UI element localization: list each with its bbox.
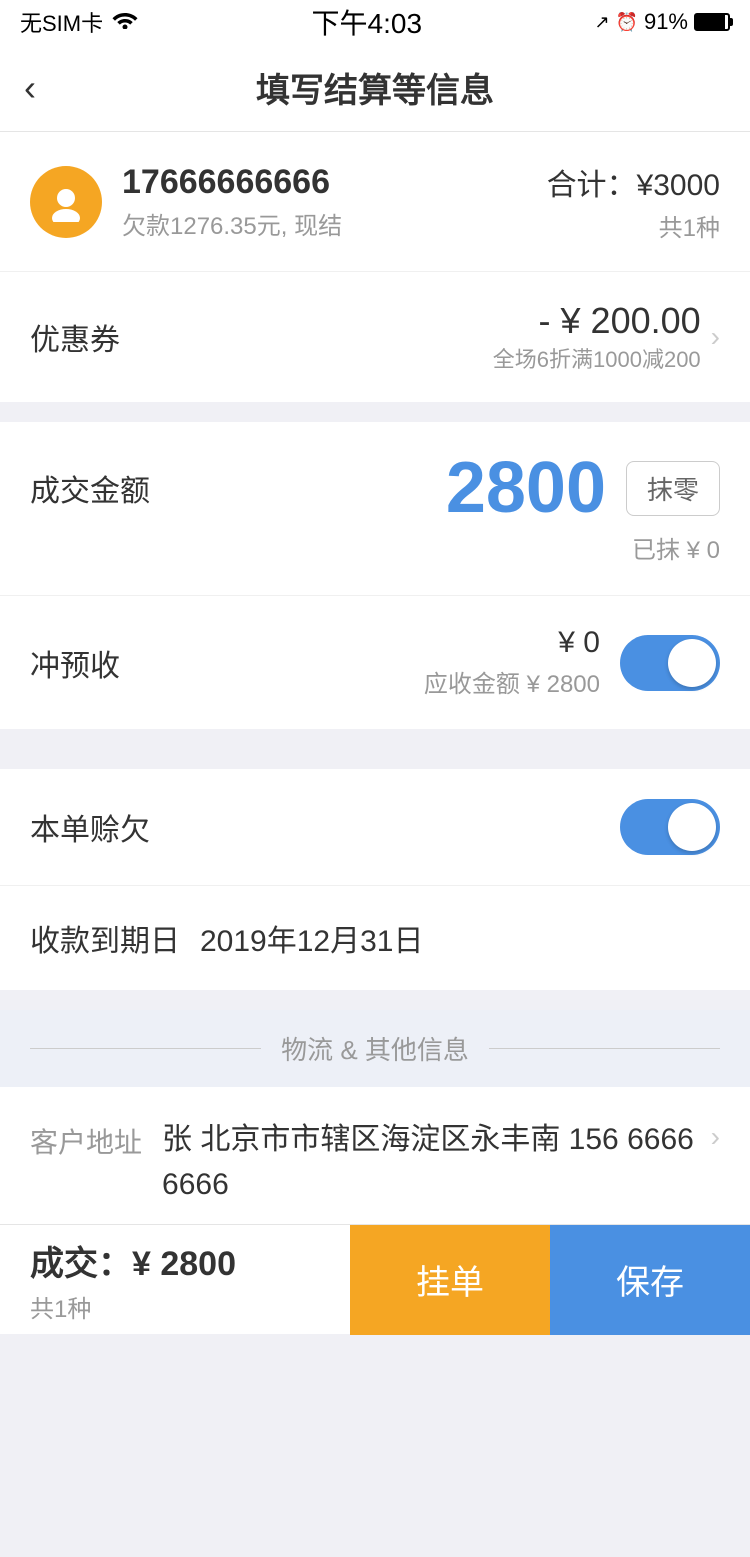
customer-left: 17666666666 欠款1276.35元, 现结 xyxy=(30,163,342,241)
bottom-bar: 成交：¥ 2800 共1种 挂单 保存 xyxy=(0,1224,750,1334)
coupon-right: - ¥ 200.00 全场6折满1000减200 › xyxy=(493,300,720,374)
pending-button[interactable]: 挂单 xyxy=(350,1225,550,1335)
round-down-button[interactable]: 抹零 xyxy=(626,461,720,516)
address-section[interactable]: 客户地址 张 北京市市辖区海淀区永丰南 156 6666 6666 › xyxy=(0,1087,750,1237)
bottom-count: 共1种 xyxy=(30,1289,320,1324)
logistics-title: 物流 & 其他信息 xyxy=(281,1030,469,1067)
save-button[interactable]: 保存 xyxy=(550,1225,750,1335)
debt-order-label: 本单赊欠 xyxy=(30,805,150,849)
coupon-label: 优惠券 xyxy=(30,315,120,359)
coupon-chevron-icon: › xyxy=(711,321,720,353)
prereceive-amount-wrap: ¥ 0 应收金额 ¥ 2800 xyxy=(424,626,600,699)
coupon-desc: 全场6折满1000减200 xyxy=(493,342,701,374)
duedate-section: 收款到期日 2019年12月31日 xyxy=(0,885,750,990)
debt-toggle[interactable] xyxy=(620,799,720,855)
separator-2 xyxy=(0,729,750,749)
nav-bar: ‹ 填写结算等信息 xyxy=(0,44,750,132)
deal-amount-label: 成交金额 xyxy=(30,466,150,510)
customer-debt: 欠款1276.35元, 现结 xyxy=(122,206,342,241)
avatar xyxy=(30,166,102,238)
duedate-value: 2019年12月31日 xyxy=(200,916,423,960)
customer-right: 合计：¥3000 共1种 xyxy=(547,160,720,243)
deal-sub-text: 已抹 ¥ 0 xyxy=(30,530,720,565)
divider-line-right xyxy=(489,1048,720,1049)
bottom-deal-text: 成交：¥ 2800 xyxy=(30,1236,320,1285)
back-button[interactable]: ‹ xyxy=(24,67,36,109)
deal-amount-value: 2800 xyxy=(446,452,606,524)
prereceive-toggle[interactable] xyxy=(620,635,720,691)
customer-info: 17666666666 欠款1276.35元, 现结 xyxy=(122,163,342,241)
status-bar: 无SIM卡 下午4:03 ↗ ⏰ 91% xyxy=(0,0,750,44)
debt-section: 本单赊欠 xyxy=(0,769,750,885)
page-title: 填写结算等信息 xyxy=(256,63,494,112)
customer-count: 共1种 xyxy=(547,208,720,243)
debt-toggle-knob xyxy=(668,803,716,851)
prereceive-section: 冲预收 ¥ 0 应收金额 ¥ 2800 xyxy=(0,595,750,729)
battery-icon xyxy=(694,13,730,31)
bottom-deal-amount: ¥ 2800 xyxy=(132,1245,236,1283)
prereceive-amount: ¥ 0 xyxy=(424,626,600,660)
deal-right: 2800 抹零 xyxy=(446,452,720,524)
deal-row: 成交金额 2800 抹零 xyxy=(30,452,720,524)
location-arrow-icon: ↗ xyxy=(594,12,609,33)
alarm-icon: ⏰ xyxy=(616,12,638,33)
coupon-amount: - ¥ 200.00 xyxy=(493,300,701,342)
customer-card: 17666666666 欠款1276.35元, 现结 合计：¥3000 共1种 xyxy=(0,132,750,271)
coupon-row[interactable]: 优惠券 - ¥ 200.00 全场6折满1000减200 › xyxy=(0,271,750,402)
coupon-info: - ¥ 200.00 全场6折满1000减200 xyxy=(493,300,701,374)
status-left: 无SIM卡 xyxy=(20,6,139,38)
divider-line-left xyxy=(30,1048,261,1049)
bottom-deal-label: 成交： xyxy=(30,1245,132,1283)
bottom-info: 成交：¥ 2800 共1种 xyxy=(0,1236,350,1324)
customer-total: 合计：¥3000 xyxy=(547,160,720,204)
toggle-knob xyxy=(668,639,716,687)
carrier-text: 无SIM卡 xyxy=(20,6,103,38)
deal-amount-section: 成交金额 2800 抹零 已抹 ¥ 0 xyxy=(0,422,750,595)
duedate-label: 收款到期日 xyxy=(30,916,180,960)
prereceive-label: 冲预收 xyxy=(30,641,120,685)
prereceive-sub: 应收金额 ¥ 2800 xyxy=(424,664,600,699)
prereceive-right: ¥ 0 应收金额 ¥ 2800 xyxy=(424,626,720,699)
prereceive-row: 冲预收 ¥ 0 应收金额 ¥ 2800 xyxy=(30,626,720,699)
duedate-row: 收款到期日 2019年12月31日 xyxy=(30,916,720,960)
battery-percent: 91% xyxy=(644,9,688,35)
address-chevron-icon: › xyxy=(711,1117,720,1153)
wifi-icon xyxy=(111,9,139,35)
address-value: 张 北京市市辖区海淀区永丰南 156 6666 6666 xyxy=(162,1117,711,1207)
status-right: ↗ ⏰ 91% xyxy=(594,9,730,35)
logistics-header: 物流 & 其他信息 xyxy=(0,1010,750,1087)
status-time: 下午4:03 xyxy=(312,2,423,42)
separator-3 xyxy=(0,990,750,1010)
address-label: 客户地址 xyxy=(30,1117,142,1161)
separator-1 xyxy=(0,402,750,422)
customer-phone: 17666666666 xyxy=(122,163,342,202)
main-content: 17666666666 欠款1276.35元, 现结 合计：¥3000 共1种 … xyxy=(0,132,750,1557)
